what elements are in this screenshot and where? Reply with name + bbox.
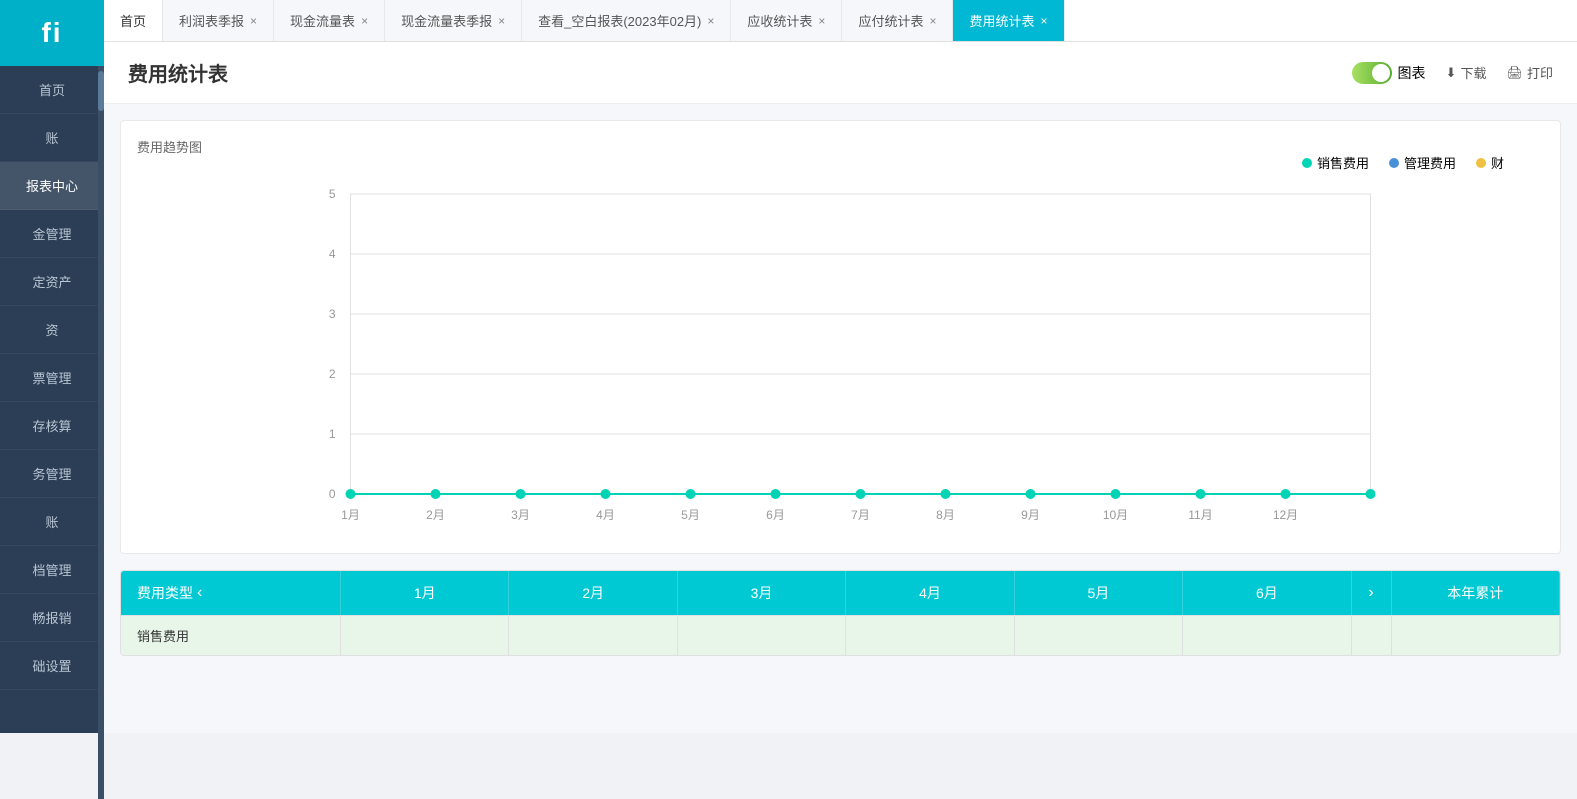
chart-toggle[interactable] (1352, 62, 1392, 84)
cell-nav (1352, 616, 1392, 655)
svg-text:1: 1 (329, 427, 336, 441)
col-month-4: 4月 (846, 571, 1014, 615)
svg-text:6月: 6月 (766, 508, 785, 522)
print-icon: 🖨 (1506, 65, 1523, 81)
svg-text:10月: 10月 (1103, 508, 1128, 522)
svg-text:4月: 4月 (596, 508, 615, 522)
close-tab-expense[interactable]: × (1040, 14, 1047, 28)
svg-text:3: 3 (329, 307, 336, 321)
svg-text:0: 0 (329, 487, 336, 501)
nav-next-arrow[interactable]: › (1364, 584, 1377, 602)
cell-m5 (1015, 616, 1183, 655)
col-month-6: 6月 (1183, 571, 1351, 615)
col-month-5: 5月 (1015, 571, 1183, 615)
cell-m3 (678, 616, 846, 655)
svg-text:9月: 9月 (1021, 508, 1040, 522)
col-month-1: 1月 (341, 571, 509, 615)
cell-m2 (509, 616, 677, 655)
header-actions: 图表 ⬇ 下载 🖨 打印 (1352, 62, 1553, 84)
close-tab-blank[interactable]: × (707, 14, 714, 28)
toggle-wrap: 图表 (1352, 62, 1426, 84)
cell-m1 (341, 616, 509, 655)
sidebar-item-invoices[interactable]: 票管理 (0, 354, 104, 402)
cell-m6 (1183, 616, 1351, 655)
print-button[interactable]: 🖨 打印 (1506, 63, 1553, 82)
cell-m4 (846, 616, 1014, 655)
col-month-2: 2月 (509, 571, 677, 615)
col-ytd: 本年累计 (1392, 571, 1560, 615)
svg-text:4: 4 (329, 247, 336, 261)
sidebar-item-home[interactable]: 首页 (0, 66, 104, 114)
download-button[interactable]: ⬇ 下载 (1446, 63, 1487, 82)
tab-bar: 首页 利润表季报 × 现金流量表 × 现金流量表季报 × 查看_空白报表(202… (104, 0, 1577, 42)
sidebar-item-ledger[interactable]: 账 (0, 498, 104, 546)
tab-profit[interactable]: 利润表季报 × (163, 0, 274, 42)
svg-text:5: 5 (329, 187, 336, 201)
content-area: 费用统计表 图表 ⬇ 下载 🖨 打印 费用趋势图 (104, 42, 1577, 733)
svg-text:2月: 2月 (426, 508, 445, 522)
svg-text:1月: 1月 (341, 508, 360, 522)
chart-svg: 0 1 2 3 4 5 (137, 164, 1544, 534)
sidebar-item-settings[interactable]: 础设置 (0, 642, 104, 690)
sidebar-item-expense[interactable]: 畅报销 (0, 594, 104, 642)
sidebar-item-inventory[interactable]: 存核算 (0, 402, 104, 450)
col-type: 费用类型 ‹ (121, 571, 341, 615)
svg-text:7月: 7月 (851, 508, 870, 522)
chart-container: 费用趋势图 销售费用 管理费用 财 (120, 120, 1561, 554)
sidebar-item-archives[interactable]: 档管理 (0, 546, 104, 594)
svg-text:5月: 5月 (681, 508, 700, 522)
sidebar-item-account[interactable]: 账 (0, 114, 104, 162)
close-tab-payable[interactable]: × (929, 14, 936, 28)
nav-prev-arrow[interactable]: ‹ (193, 584, 206, 602)
sidebar-item-reports[interactable]: 报表中心 (0, 162, 104, 210)
col-month-3: 3月 (678, 571, 846, 615)
svg-text:8月: 8月 (936, 508, 955, 522)
sidebar-item-finance[interactable]: 金管理 (0, 210, 104, 258)
sidebar: fi 首页 账 报表中心 金管理 定资产 资 票管理 存核算 务管理 账 档管理… (0, 0, 104, 733)
tab-expense[interactable]: 费用统计表 × (953, 0, 1064, 42)
close-tab-receivable[interactable]: × (818, 14, 825, 28)
close-tab-profit[interactable]: × (250, 14, 257, 28)
toggle-label: 图表 (1398, 63, 1426, 83)
tab-payable[interactable]: 应付统计表 × (842, 0, 953, 42)
sidebar-scrollbar[interactable] (98, 66, 104, 799)
table-row-sales: 销售费用 (121, 615, 1560, 655)
download-icon: ⬇ (1446, 65, 1457, 81)
svg-text:2: 2 (329, 367, 336, 381)
page-title: 费用统计表 (128, 58, 228, 87)
sidebar-logo: fi (0, 0, 104, 66)
sidebar-scrollbar-thumb (98, 71, 104, 111)
data-table: 费用类型 ‹ 1月 2月 3月 4月 5月 (120, 570, 1561, 656)
table-header: 费用类型 ‹ 1月 2月 3月 4月 5月 (121, 571, 1560, 615)
col-nav-next[interactable]: › (1352, 571, 1392, 615)
tab-cashflow-q[interactable]: 现金流量表季报 × (385, 0, 522, 42)
svg-text:3月: 3月 (511, 508, 530, 522)
chart-svg-wrap: 0 1 2 3 4 5 (137, 164, 1544, 537)
close-tab-cashflow[interactable]: × (361, 14, 368, 28)
tab-blank-report[interactable]: 查看_空白报表(2023年02月) × (522, 0, 731, 42)
svg-text:11月: 11月 (1188, 508, 1212, 522)
cell-type: 销售费用 (121, 616, 341, 655)
tab-receivable[interactable]: 应收统计表 × (731, 0, 842, 42)
tab-cashflow[interactable]: 现金流量表 × (274, 0, 385, 42)
main-area: 首页 利润表季报 × 现金流量表 × 现金流量表季报 × 查看_空白报表(202… (104, 0, 1577, 733)
tab-home[interactable]: 首页 (104, 0, 163, 42)
cell-ytd (1392, 616, 1560, 655)
sidebar-item-service[interactable]: 务管理 (0, 450, 104, 498)
sidebar-item-assets[interactable]: 定资产 (0, 258, 104, 306)
page-header: 费用统计表 图表 ⬇ 下载 🖨 打印 (104, 42, 1577, 104)
sidebar-item-capital[interactable]: 资 (0, 306, 104, 354)
close-tab-cashflow-q[interactable]: × (498, 14, 505, 28)
svg-text:12月: 12月 (1273, 508, 1298, 522)
